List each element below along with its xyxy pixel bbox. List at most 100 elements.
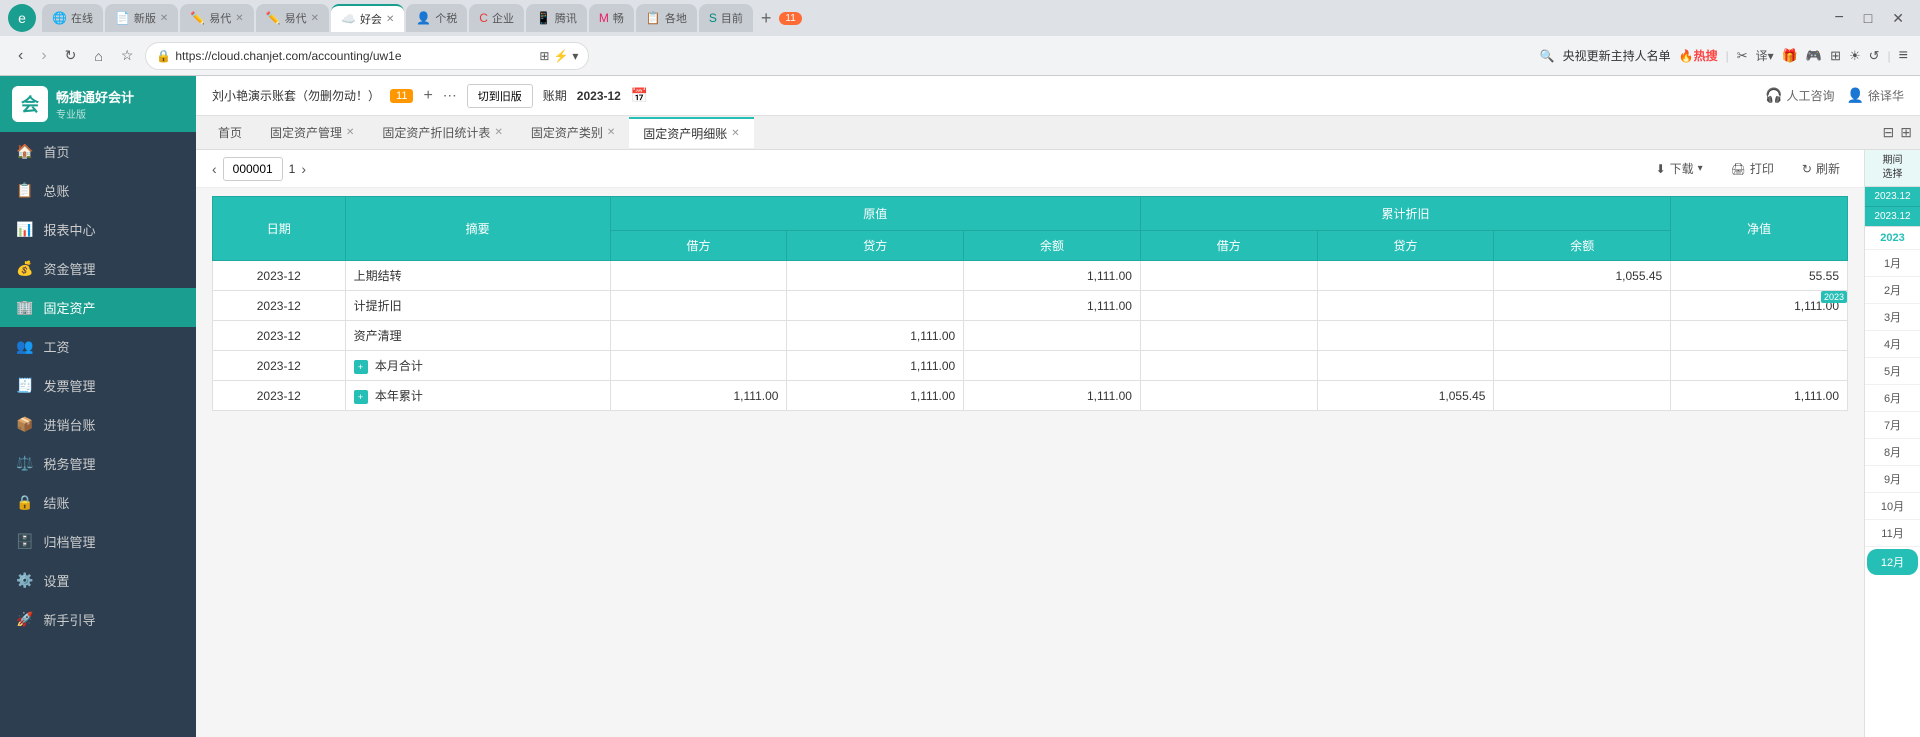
tab-yidai1[interactable]: ✏️ 易代 ✕ xyxy=(180,4,253,32)
tab-close-1[interactable]: ✕ xyxy=(346,127,354,138)
tab-haokuai[interactable]: ☁️ 好会 ✕ xyxy=(331,4,404,32)
period-item-5[interactable]: 5月 xyxy=(1865,358,1920,385)
new-tab-button[interactable]: + xyxy=(755,8,778,29)
hot-search-label[interactable]: 🔥热搜 xyxy=(1679,47,1718,64)
page-nav-right: ⬇ 下载 ▾ 🖨 打印 ↻ 刷新 xyxy=(1648,156,1848,181)
tab-chang[interactable]: M 畅 xyxy=(589,4,634,32)
print-btn[interactable]: 🖨 打印 xyxy=(1723,156,1782,181)
add-account-btn[interactable]: + xyxy=(423,87,432,105)
switch-version-btn[interactable]: 切到旧版 xyxy=(467,84,533,108)
print-icon: 🖨 xyxy=(1731,162,1746,176)
sidebar-item-funds[interactable]: 💰 资金管理 xyxy=(0,249,196,288)
game-btn[interactable]: 🎮 xyxy=(1806,48,1822,64)
download-btn[interactable]: ⬇ 下载 ▾ xyxy=(1648,156,1711,181)
tab-asset-category[interactable]: 固定资产类别 ✕ xyxy=(517,118,629,147)
refresh-btn[interactable]: ↻ 刷新 xyxy=(1794,156,1848,181)
period-item-year[interactable]: 2023 xyxy=(1865,227,1920,250)
window-maximize[interactable]: □ xyxy=(1856,6,1880,30)
period-item-7[interactable]: 7月 xyxy=(1865,412,1920,439)
user-btn[interactable]: 👤 徐译华 xyxy=(1847,87,1904,104)
address-input[interactable] xyxy=(175,49,535,63)
cell-acc-debit-4 xyxy=(1140,351,1317,381)
tab-tencent[interactable]: 📱 腾讯 xyxy=(526,4,587,32)
window-minimize[interactable]: − xyxy=(1826,5,1851,31)
tab-muqian[interactable]: S 目前 xyxy=(699,4,753,32)
wallet-btn[interactable]: 🎁 xyxy=(1782,48,1798,64)
col-accumulated-depreciation: 累计折旧 xyxy=(1140,197,1670,231)
tab-asset-ledger[interactable]: 固定资产明细账 ✕ xyxy=(629,117,753,148)
logo-subtext: 专业版 xyxy=(56,106,134,121)
tab-close-4[interactable]: ✕ xyxy=(731,128,739,139)
archive-icon: 🗄️ xyxy=(16,533,33,550)
browser-icon: e xyxy=(8,4,36,32)
search-icon-browser: 🔍 xyxy=(1540,49,1555,63)
download-dropdown-icon: ▾ xyxy=(1698,163,1703,174)
dropdown-icon[interactable]: ▾ xyxy=(572,49,578,63)
tab-fixed-asset-mgmt[interactable]: 固定资产管理 ✕ xyxy=(256,118,368,147)
menu-btn[interactable]: ≡ xyxy=(1899,47,1908,65)
sidebar-item-archive[interactable]: 🗄️ 归档管理 xyxy=(0,522,196,561)
sidebar-item-home[interactable]: 🏠 首页 xyxy=(0,132,196,171)
tab-shrink-btn[interactable]: ⊟ xyxy=(1883,124,1895,141)
nav-bookmark[interactable]: ☆ xyxy=(115,45,140,66)
nav-home[interactable]: ⌂ xyxy=(88,46,108,66)
tab-close-3[interactable]: ✕ xyxy=(607,127,615,138)
tab-close-2[interactable]: ✕ xyxy=(494,127,502,138)
theme-btn[interactable]: ☀ xyxy=(1849,48,1861,64)
tab-online[interactable]: 🌐 在线 xyxy=(42,4,103,32)
cell-acc-balance-4 xyxy=(1494,351,1671,381)
tab-yidai2[interactable]: ✏️ 易代 ✕ xyxy=(256,4,329,32)
tab-qiye[interactable]: C 企业 xyxy=(469,4,524,32)
table-row: 2023-12 + 本月合计 1,111.00 xyxy=(213,351,1848,381)
window-close[interactable]: ✕ xyxy=(1884,6,1912,31)
calendar-icon[interactable]: 📅 xyxy=(631,87,648,104)
period-item-12[interactable]: 12月 xyxy=(1867,549,1918,575)
sidebar-item-closing[interactable]: 🔒 结账 xyxy=(0,483,196,522)
tab-new[interactable]: 📄 新版 ✕ xyxy=(105,4,178,32)
sidebar-item-ledger[interactable]: 📋 总账 xyxy=(0,171,196,210)
col-orig-balance: 余额 xyxy=(964,231,1141,261)
tab-depreciation-stats[interactable]: 固定资产折旧统计表 ✕ xyxy=(368,118,516,147)
translate-btn[interactable]: 译▾ xyxy=(1756,47,1774,64)
pagination-nav: ‹ 1 › ⬇ 下载 ▾ 🖨 打印 xyxy=(196,150,1864,188)
sidebar-item-guide[interactable]: 🚀 新手引导 xyxy=(0,600,196,639)
top-bar: 刘小艳演示账套（勿删勿动！） 11 + ⋯ 切到旧版 账期 2023-12 📅 … xyxy=(196,76,1920,116)
nav-refresh[interactable]: ↻ xyxy=(59,45,83,66)
period-item-6[interactable]: 6月 xyxy=(1865,385,1920,412)
period-item-1[interactable]: 1月 xyxy=(1865,250,1920,277)
grid-btn[interactable]: ⊞ xyxy=(1830,48,1841,64)
sidebar-item-payroll[interactable]: 👥 工资 xyxy=(0,327,196,366)
cell-net-value-4 xyxy=(1671,351,1848,381)
cell-orig-credit-3: 1,111.00 xyxy=(787,321,964,351)
sidebar-item-invoice[interactable]: 🧾 发票管理 xyxy=(0,366,196,405)
period-item-11[interactable]: 11月 xyxy=(1865,520,1920,547)
history-btn[interactable]: ↺ xyxy=(1869,48,1880,64)
period-item-8[interactable]: 8月 xyxy=(1865,439,1920,466)
nav-forward[interactable]: › xyxy=(35,45,52,67)
sidebar-item-settings[interactable]: ⚙️ 设置 xyxy=(0,561,196,600)
scissors-btn[interactable]: ✂ xyxy=(1737,48,1748,64)
tab-home[interactable]: 首页 xyxy=(204,118,256,147)
summary-icon-year: + xyxy=(354,390,368,404)
period-item-3[interactable]: 3月 xyxy=(1865,304,1920,331)
tab-geshui[interactable]: 👤 个税 xyxy=(406,4,467,32)
cell-acc-credit-5: 1,055.45 xyxy=(1317,381,1494,411)
period-item-9[interactable]: 9月 xyxy=(1865,466,1920,493)
period-item-4[interactable]: 4月 xyxy=(1865,331,1920,358)
sidebar-item-reports[interactable]: 📊 报表中心 xyxy=(0,210,196,249)
nav-back[interactable]: ‹ xyxy=(12,45,29,67)
period-item-10[interactable]: 10月 xyxy=(1865,493,1920,520)
period-item-2[interactable]: 2月 xyxy=(1865,277,1920,304)
prev-page-btn[interactable]: ‹ xyxy=(212,161,217,177)
manage-btn[interactable]: ⋯ xyxy=(443,87,457,104)
page-number-input[interactable] xyxy=(223,157,283,181)
next-page-btn[interactable]: › xyxy=(301,161,306,177)
sidebar-item-fixed-assets[interactable]: 🏢 固定资产 xyxy=(0,288,196,327)
sidebar-item-inventory[interactable]: 📦 进销台账 xyxy=(0,405,196,444)
tab-gedi[interactable]: 📋 各地 xyxy=(636,4,697,32)
funds-icon: 💰 xyxy=(16,260,33,277)
service-btn[interactable]: 🎧 人工咨询 xyxy=(1765,87,1834,104)
sidebar-item-tax[interactable]: ⚖️ 税务管理 xyxy=(0,444,196,483)
tab-expand-btn[interactable]: ⊞ xyxy=(1900,124,1912,141)
year-badge: 2023 xyxy=(1821,291,1847,303)
